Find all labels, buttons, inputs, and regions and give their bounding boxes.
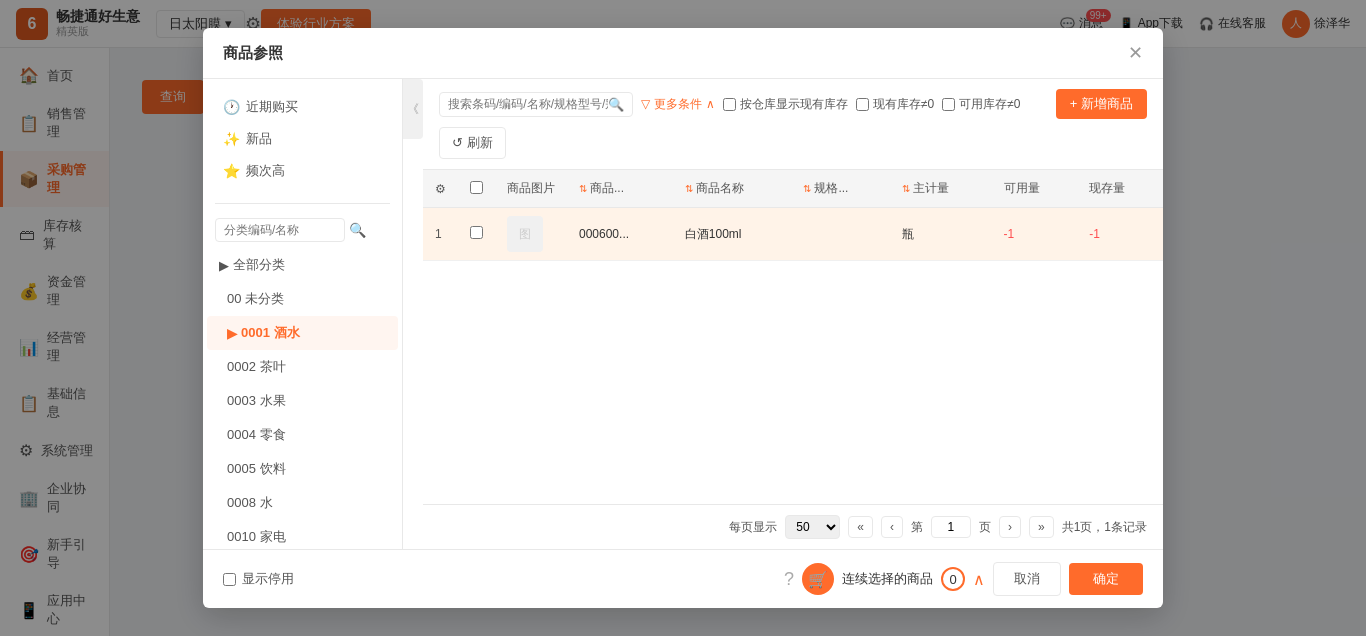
- product-table-wrap: ⚙ 商品图片 ⇅: [423, 170, 1163, 504]
- table-header-row: ⚙ 商品图片 ⇅: [423, 170, 1163, 208]
- product-reference-modal: 商品参照 ✕ 🕐 近期购买 ✨ 新品 ⭐ 频次高: [203, 28, 1163, 608]
- cat-tea[interactable]: 0002 茶叶: [207, 350, 398, 384]
- col-stock: 现存量: [1077, 170, 1163, 208]
- col-spec: ⇅ 规格...: [791, 170, 890, 208]
- sort-name-icon[interactable]: ⇅: [685, 183, 693, 194]
- next-page-button[interactable]: ›: [999, 516, 1021, 538]
- stock-not-zero-checkbox[interactable]: [856, 98, 869, 111]
- cancel-button[interactable]: 取消: [993, 562, 1061, 596]
- row-checkbox-cell: [458, 208, 495, 261]
- quick-links: 🕐 近期购买 ✨ 新品 ⭐ 频次高: [203, 91, 402, 195]
- modal-body: 🕐 近期购买 ✨ 新品 ⭐ 频次高 🔍: [203, 79, 1163, 549]
- stock-not-zero-checkbox-label[interactable]: 现有库存≠0: [856, 96, 934, 113]
- more-filter-button[interactable]: ▽ 更多条件 ∧: [641, 96, 715, 113]
- modal-overlay: 商品参照 ✕ 🕐 近期购买 ✨ 新品 ⭐ 频次高: [0, 0, 1366, 636]
- col-checkbox: [458, 170, 495, 208]
- modal-header: 商品参照 ✕: [203, 28, 1163, 79]
- modal-left-panel: 🕐 近期购买 ✨ 新品 ⭐ 频次高 🔍: [203, 79, 403, 549]
- product-search-input[interactable]: [448, 97, 608, 111]
- row-select-checkbox[interactable]: [470, 226, 483, 239]
- divider: [215, 203, 390, 204]
- page-number-input[interactable]: [931, 516, 971, 538]
- usable-not-zero-checkbox[interactable]: [942, 98, 955, 111]
- cat-all[interactable]: ▶ 全部分类: [207, 248, 398, 282]
- col-settings: ⚙: [423, 170, 458, 208]
- chevron-up-icon: ∧: [706, 97, 715, 111]
- cat-fruit[interactable]: 0003 水果: [207, 384, 398, 418]
- cat-snack[interactable]: 0004 零食: [207, 418, 398, 452]
- cat-liquor[interactable]: ▶ 0001 酒水: [207, 316, 398, 350]
- table-row[interactable]: 1 图 000600... 白酒100ml: [423, 208, 1163, 261]
- col-code: ⇅ 商品...: [567, 170, 673, 208]
- search-icon[interactable]: 🔍: [608, 97, 624, 112]
- cat-drinks[interactable]: 0005 饮料: [207, 452, 398, 486]
- cart-area[interactable]: 🛒 连续选择的商品 0: [802, 563, 965, 595]
- last-page-button[interactable]: »: [1029, 516, 1054, 538]
- product-code-cell: 000600...: [567, 208, 673, 261]
- product-spec-cell: [791, 208, 890, 261]
- help-icon[interactable]: ?: [784, 569, 794, 590]
- category-search-input[interactable]: [215, 218, 345, 242]
- product-image-cell: 图: [495, 208, 567, 261]
- by-warehouse-checkbox[interactable]: [723, 98, 736, 111]
- col-name: ⇅ 商品名称: [673, 170, 792, 208]
- frequent-icon: ⭐: [223, 163, 240, 179]
- product-name-cell: 白酒100ml: [673, 208, 792, 261]
- usable-not-zero-checkbox-label[interactable]: 可用库存≠0: [942, 96, 1020, 113]
- sort-code-icon[interactable]: ⇅: [579, 183, 587, 194]
- confirm-button[interactable]: 确定: [1069, 563, 1143, 595]
- quick-link-frequent[interactable]: ⭐ 频次高: [215, 155, 390, 187]
- cat-water[interactable]: 0008 水: [207, 486, 398, 520]
- sort-spec-icon[interactable]: ⇅: [803, 183, 811, 194]
- quick-link-new[interactable]: ✨ 新品: [215, 123, 390, 155]
- modal-right-panel: 🔍 ▽ 更多条件 ∧ 按仓库显示现有库存 现有库存≠0: [423, 79, 1163, 549]
- modal-close-button[interactable]: ✕: [1128, 42, 1143, 64]
- show-disabled-checkbox[interactable]: [223, 573, 236, 586]
- filter-icon: ▽: [641, 97, 650, 111]
- pagination-bar: 每页显示 50 10 20 100 « ‹ 第 页 › » 共1页，1条记录: [423, 504, 1163, 549]
- row-num: 1: [423, 208, 458, 261]
- select-all-checkbox[interactable]: [470, 181, 483, 194]
- recent-icon: 🕐: [223, 99, 240, 115]
- col-usable: 可用量: [992, 170, 1078, 208]
- category-search-button[interactable]: 🔍: [349, 222, 366, 238]
- col-image: 商品图片: [495, 170, 567, 208]
- modal-footer: 显示停用 ? 🛒 连续选择的商品 0 ∧ 取消 确定: [203, 549, 1163, 608]
- footer-right: ? 🛒 连续选择的商品 0 ∧ 取消 确定: [784, 562, 1143, 596]
- cart-icon: 🛒: [802, 563, 834, 595]
- show-disabled-label[interactable]: 显示停用: [223, 570, 294, 588]
- new-product-icon: ✨: [223, 131, 240, 147]
- collapse-panel-button[interactable]: 《: [403, 79, 423, 139]
- table-gear-icon[interactable]: ⚙: [435, 182, 446, 196]
- cat-appliance[interactable]: 0010 家电: [207, 520, 398, 549]
- cart-count: 0: [941, 567, 965, 591]
- first-page-button[interactable]: «: [848, 516, 873, 538]
- category-search-row: 🔍: [203, 212, 402, 248]
- product-usable-cell: -1: [992, 208, 1078, 261]
- product-search-wrap: 🔍: [439, 92, 633, 117]
- product-thumbnail: 图: [507, 216, 543, 252]
- product-table: ⚙ 商品图片 ⇅: [423, 170, 1163, 261]
- active-arrow-icon: ▶: [227, 326, 237, 341]
- col-unit: ⇅ 主计量: [890, 170, 991, 208]
- expand-icon: ▶: [219, 258, 229, 273]
- quick-link-recent[interactable]: 🕐 近期购买: [215, 91, 390, 123]
- collapse-up-button[interactable]: ∧: [973, 570, 985, 589]
- sort-unit-icon[interactable]: ⇅: [902, 183, 910, 194]
- refresh-table-button[interactable]: ↺ 刷新: [439, 127, 506, 159]
- product-stock-cell: -1: [1077, 208, 1163, 261]
- cat-unclassified[interactable]: 00 未分类: [207, 282, 398, 316]
- by-warehouse-checkbox-label[interactable]: 按仓库显示现有库存: [723, 96, 848, 113]
- product-unit-cell: 瓶: [890, 208, 991, 261]
- category-list: ▶ 全部分类 00 未分类 ▶ 0001 酒水 0002 茶叶 0003 水果: [203, 248, 402, 549]
- modal-title: 商品参照: [223, 44, 283, 63]
- add-product-button[interactable]: + 新增商品: [1056, 89, 1147, 119]
- page-size-select[interactable]: 50 10 20 100: [785, 515, 840, 539]
- modal-toolbar: 🔍 ▽ 更多条件 ∧ 按仓库显示现有库存 现有库存≠0: [423, 79, 1163, 170]
- prev-page-button[interactable]: ‹: [881, 516, 903, 538]
- table-body: 1 图 000600... 白酒100ml: [423, 208, 1163, 261]
